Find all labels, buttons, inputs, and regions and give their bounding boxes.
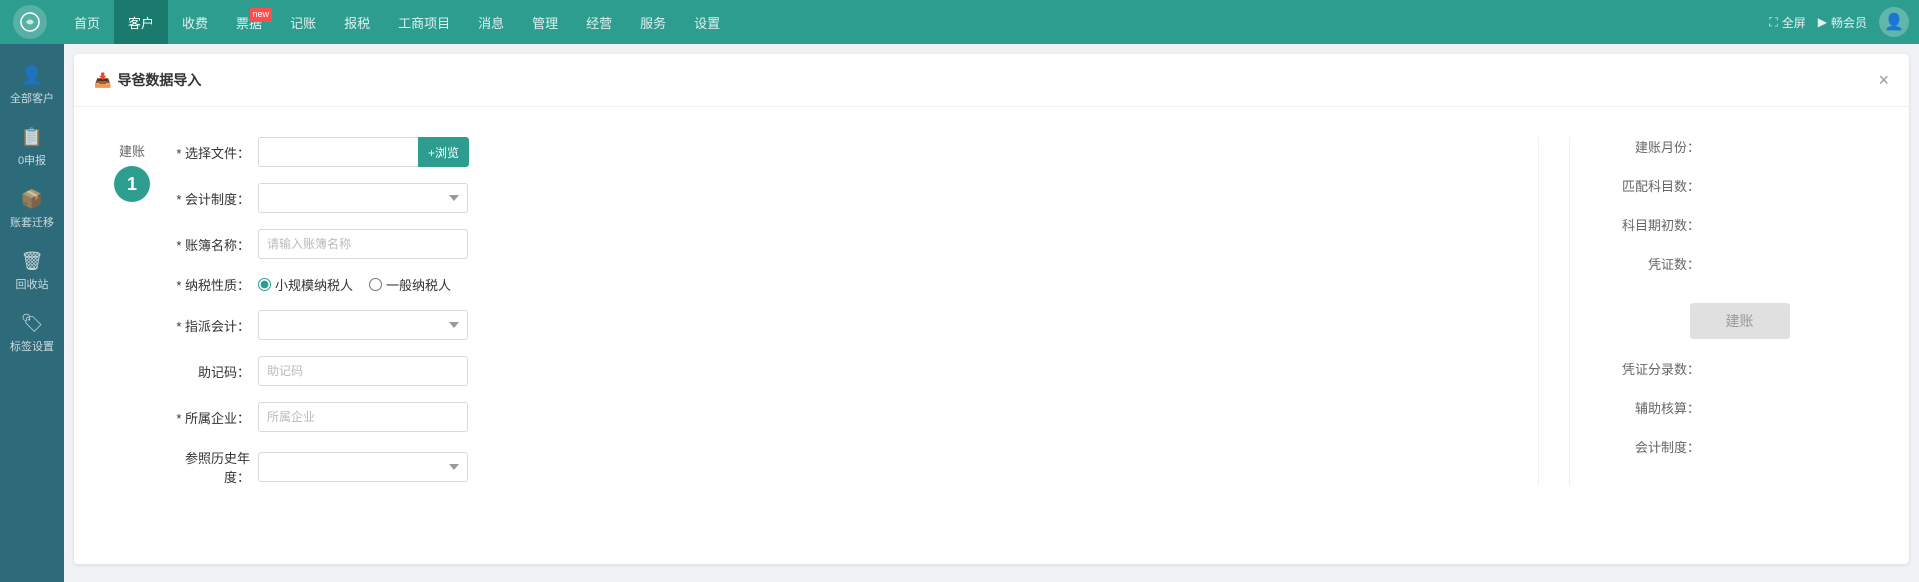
nav-msg[interactable]: 消息: [464, 0, 518, 44]
tax-radio-group: 小规模纳税人 一般纳税人: [258, 275, 451, 294]
info-aux: 辅助核算：: [1610, 398, 1869, 417]
history-select[interactable]: [258, 452, 468, 482]
app-logo: [10, 2, 50, 42]
build-account-button[interactable]: 建账: [1690, 303, 1790, 339]
voucher-entries-label: 凭证分录数：: [1610, 359, 1700, 378]
modal-title: 📥 导爸数据导入: [94, 70, 201, 90]
accountant-label: * 指派会计：: [170, 316, 250, 335]
tax-small-option[interactable]: 小规模纳税人: [258, 275, 353, 294]
sidebar-item-recycle[interactable]: 🗑 回收站: [0, 240, 64, 302]
info-voucher: 凭证数：: [1610, 254, 1869, 273]
accountant-row: * 指派会计：: [170, 310, 1508, 340]
modal-close-button[interactable]: ×: [1878, 71, 1889, 89]
form-fields: * 选择文件： +浏览 * 会计制度：: [170, 137, 1508, 486]
memo-input[interactable]: [258, 356, 468, 386]
company-input[interactable]: [258, 402, 468, 432]
nav-billing[interactable]: 收费: [168, 0, 222, 44]
voucher-label: 凭证数：: [1610, 254, 1700, 273]
nav-customer[interactable]: 客户: [114, 0, 168, 44]
tax-general-radio[interactable]: [369, 278, 382, 291]
memo-label: 助记码：: [170, 362, 250, 381]
nav-tax[interactable]: 报税: [330, 0, 384, 44]
main-layout: 👤 全部客户 📋 0申报 📦 账套迁移 🗑 回收站 🏷 标签设置 📥 导爸: [0, 44, 1919, 582]
history-label: 参照历史年度：: [170, 448, 250, 486]
accounting-row: * 会计制度：: [170, 183, 1508, 213]
content-area: 📥 导爸数据导入 × 建账 1: [64, 44, 1919, 582]
nav-accounting[interactable]: 记账: [276, 0, 330, 44]
sidebar-item-tag-settings[interactable]: 🏷 标签设置: [0, 302, 64, 364]
sidebar-item-all-customers[interactable]: 👤 全部客户: [0, 54, 64, 116]
nav-biz[interactable]: 工商项目: [384, 0, 464, 44]
nav-settings[interactable]: 设置: [680, 0, 734, 44]
right-section: 建账月份： 匹配科目数： 科目期初数： 凭证数：: [1569, 137, 1869, 486]
declaration-icon: 📋: [21, 126, 43, 148]
vip-icon: ▶: [1818, 15, 1827, 29]
nav-mgmt[interactable]: 管理: [518, 0, 572, 44]
avatar[interactable]: 👤: [1879, 7, 1909, 37]
company-label: * 所属企业：: [170, 408, 250, 427]
ledger-row: * 账簿名称：: [170, 229, 1508, 259]
info-match: 匹配科目数：: [1610, 176, 1869, 195]
info-initial: 科目期初数：: [1610, 215, 1869, 234]
tax-label: * 纳税性质：: [170, 275, 250, 294]
info-month: 建账月份：: [1610, 137, 1869, 156]
modal-header: 📥 导爸数据导入 ×: [74, 54, 1909, 107]
nav-invoice[interactable]: 票据 new: [222, 0, 276, 44]
match-label: 匹配科目数：: [1610, 176, 1700, 195]
sidebar-item-declaration[interactable]: 📋 0申报: [0, 116, 64, 178]
accounting-select[interactable]: [258, 183, 468, 213]
tax-small-radio[interactable]: [258, 278, 271, 291]
nav-ops[interactable]: 经营: [572, 0, 626, 44]
tax-row: * 纳税性质： 小规模纳税人 一般纳税人: [170, 275, 1508, 294]
company-row: * 所属企业：: [170, 402, 1508, 432]
customers-icon: 👤: [21, 64, 43, 86]
accounting-sys-label: 会计制度：: [1610, 437, 1700, 456]
month-label: 建账月份：: [1610, 137, 1700, 156]
file-label: * 选择文件：: [170, 143, 250, 162]
tag-icon: 🏷: [21, 312, 43, 334]
vertical-divider: [1538, 137, 1539, 486]
vip-button[interactable]: ▶ 畅会员: [1818, 14, 1867, 31]
nav-service[interactable]: 服务: [626, 0, 680, 44]
nav-home[interactable]: 首页: [60, 0, 114, 44]
top-nav: 首页 客户 收费 票据 new 记账 报税 工商项目 消息 管理 经营: [0, 0, 1919, 44]
file-row: * 选择文件： +浏览: [170, 137, 1508, 167]
ledger-label: * 账簿名称：: [170, 235, 250, 254]
info-accounting-sys: 会计制度：: [1610, 437, 1869, 456]
step-circle: 1: [114, 166, 150, 202]
migrate-icon: 📦: [21, 188, 43, 210]
new-badge: new: [250, 8, 273, 22]
modal-title-icon: 📥: [94, 72, 111, 89]
modal-body: 建账 1 * 选择文件： +浏览: [74, 107, 1909, 516]
recycle-icon: 🗑: [21, 250, 43, 272]
browse-button[interactable]: +浏览: [418, 137, 469, 167]
step-label: 建账: [119, 141, 145, 160]
tax-general-option[interactable]: 一般纳税人: [369, 275, 451, 294]
fullscreen-button[interactable]: ⛶ 全屏: [1769, 14, 1805, 31]
sidebar: 👤 全部客户 📋 0申报 📦 账套迁移 🗑 回收站 🏷 标签设置: [0, 44, 64, 582]
nav-items: 首页 客户 收费 票据 new 记账 报税 工商项目 消息 管理 经营: [60, 0, 1769, 44]
ledger-input[interactable]: [258, 229, 468, 259]
file-input-group: +浏览: [258, 137, 469, 167]
accounting-label: * 会计制度：: [170, 189, 250, 208]
form-section: 建账 1 * 选择文件： +浏览: [114, 137, 1508, 486]
file-input[interactable]: [258, 137, 418, 167]
aux-label: 辅助核算：: [1610, 398, 1700, 417]
info-voucher-entries: 凭证分录数：: [1610, 359, 1869, 378]
modal-card: 📥 导爸数据导入 × 建账 1: [74, 54, 1909, 564]
fullscreen-icon: ⛶: [1769, 15, 1777, 30]
history-row: 参照历史年度：: [170, 448, 1508, 486]
nav-right: ⛶ 全屏 ▶ 畅会员 👤: [1769, 7, 1909, 37]
memo-row: 助记码：: [170, 356, 1508, 386]
step-indicator: 建账 1: [114, 137, 150, 202]
initial-label: 科目期初数：: [1610, 215, 1700, 234]
sidebar-item-account-migrate[interactable]: 📦 账套迁移: [0, 178, 64, 240]
avatar-icon: 👤: [1884, 12, 1904, 32]
accountant-select[interactable]: [258, 310, 468, 340]
